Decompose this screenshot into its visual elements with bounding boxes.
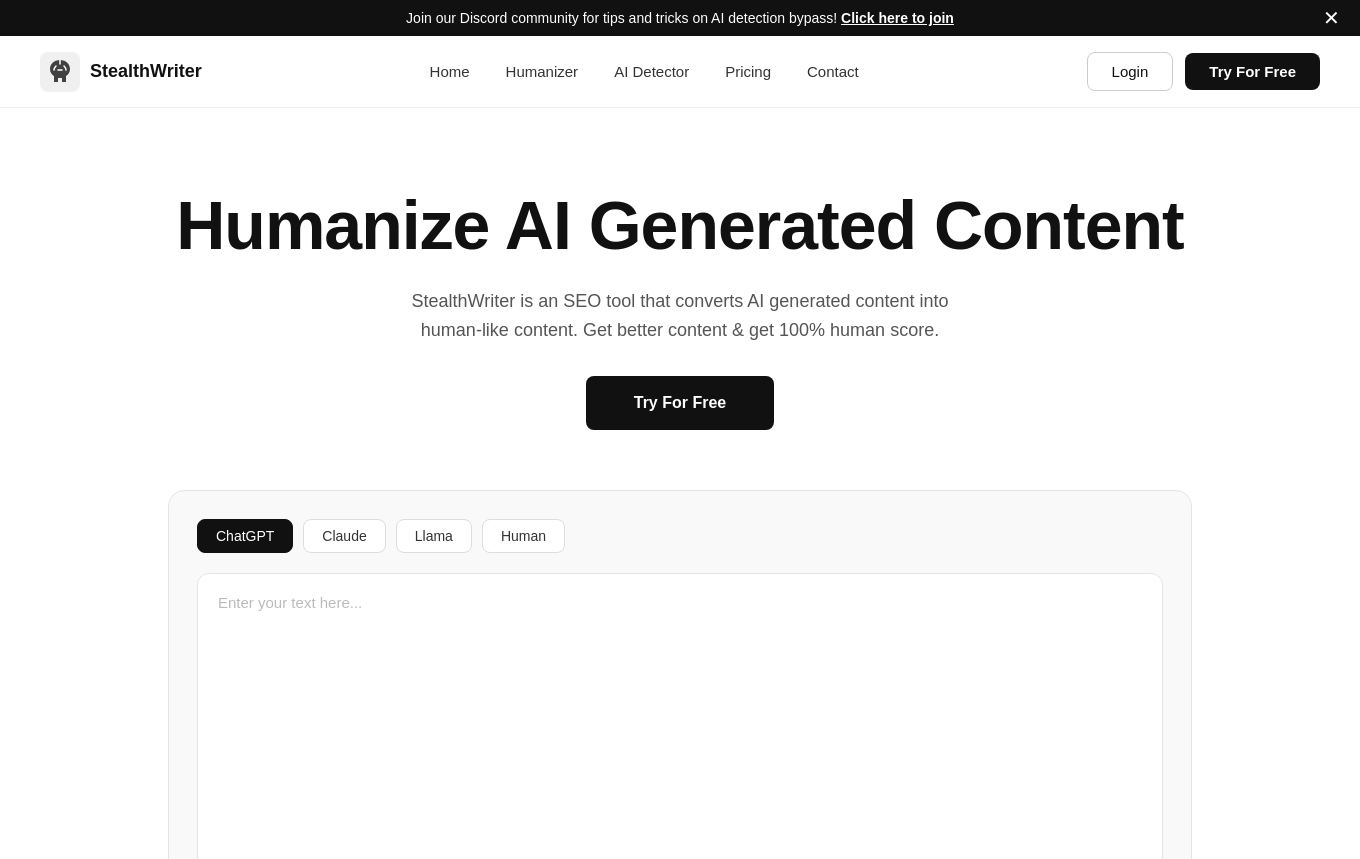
try-free-hero-button[interactable]: Try For Free: [586, 376, 774, 430]
nav-humanizer[interactable]: Humanizer: [506, 63, 579, 80]
text-input[interactable]: [197, 573, 1163, 859]
tab-llama[interactable]: Llama: [396, 519, 472, 553]
hero-title: Humanize AI Generated Content: [40, 188, 1320, 263]
hero-subtitle: StealthWriter is an SEO tool that conver…: [380, 287, 980, 345]
editor-container: ChatGPT Claude Llama Human: [168, 490, 1192, 859]
nav-home[interactable]: Home: [430, 63, 470, 80]
nav-actions: Login Try For Free: [1087, 52, 1320, 91]
login-button[interactable]: Login: [1087, 52, 1174, 91]
nav-contact[interactable]: Contact: [807, 63, 859, 80]
banner-close-button[interactable]: ✕: [1323, 8, 1340, 28]
tab-claude[interactable]: Claude: [303, 519, 385, 553]
try-free-nav-button[interactable]: Try For Free: [1185, 53, 1320, 90]
banner-link[interactable]: Click here to join: [841, 10, 954, 26]
logo-icon: [40, 52, 80, 92]
top-banner: Join our Discord community for tips and …: [0, 0, 1360, 36]
tab-human[interactable]: Human: [482, 519, 565, 553]
logo[interactable]: StealthWriter: [40, 52, 202, 92]
tab-buttons: ChatGPT Claude Llama Human: [197, 519, 1163, 553]
navbar: StealthWriter Home Humanizer AI Detector…: [0, 36, 1360, 108]
banner-text: Join our Discord community for tips and …: [406, 10, 837, 26]
nav-ai-detector[interactable]: AI Detector: [614, 63, 689, 80]
hero-section: Humanize AI Generated Content StealthWri…: [0, 108, 1360, 470]
nav-pricing[interactable]: Pricing: [725, 63, 771, 80]
logo-text: StealthWriter: [90, 61, 202, 82]
nav-links: Home Humanizer AI Detector Pricing Conta…: [430, 63, 859, 81]
main-content: ChatGPT Claude Llama Human: [0, 470, 1360, 859]
tab-chatgpt[interactable]: ChatGPT: [197, 519, 293, 553]
